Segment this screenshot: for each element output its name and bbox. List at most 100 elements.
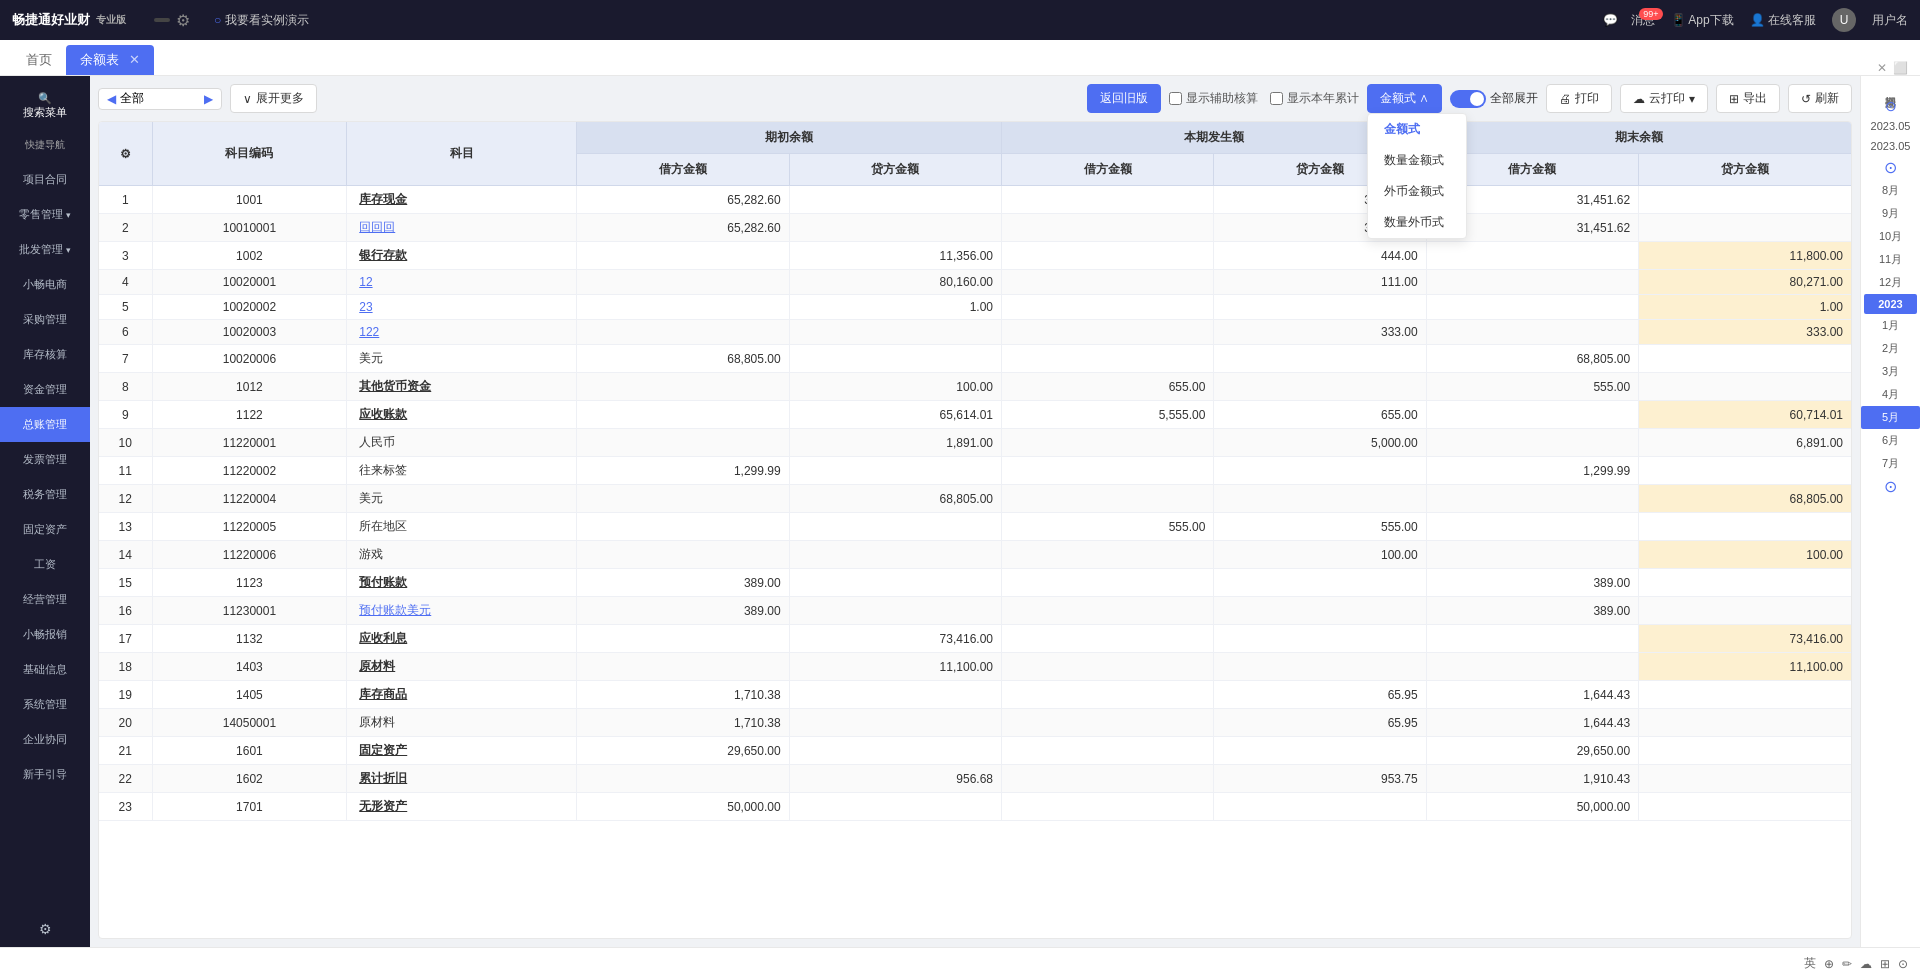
table-row-name[interactable]: 回回回 — [347, 214, 577, 242]
table-row-name[interactable]: 其他货币资金 — [347, 373, 577, 401]
table-row-name[interactable]: 累计折旧 — [347, 765, 577, 793]
settings-icon[interactable]: ⚙ — [176, 11, 190, 30]
sidebar-item-invoice[interactable]: 发票管理 — [0, 442, 90, 477]
table-row-name[interactable]: 122 — [347, 320, 577, 345]
notification-btn[interactable]: 💬 99+ 消息 — [1603, 12, 1655, 29]
tab-close-icon[interactable]: ✕ — [129, 52, 140, 67]
expand-all-toggle[interactable]: 全部展开 — [1450, 90, 1538, 108]
edit-icon[interactable]: ✏ — [1842, 957, 1852, 971]
window-controls[interactable] — [154, 18, 170, 22]
period-mar[interactable]: 3月 — [1861, 360, 1920, 383]
table-row-name[interactable]: 无形资产 — [347, 793, 577, 821]
search-input[interactable] — [120, 92, 200, 106]
period-2023-05b[interactable]: 2023.05 — [1861, 136, 1920, 156]
period-jul[interactable]: 7月 — [1861, 452, 1920, 475]
sidebar-item-ledger[interactable]: 总账管理 — [0, 407, 90, 442]
tab-balance[interactable]: 余额表 ✕ — [66, 45, 154, 75]
user-avatar[interactable]: U — [1832, 8, 1856, 32]
tab-home[interactable]: 首页 — [12, 45, 66, 75]
table-row-num: 10 — [99, 429, 152, 457]
table-row-name: 库存现金 — [347, 186, 577, 214]
sidebar-item-wholesale[interactable]: 批发管理 ▾ — [0, 232, 90, 267]
period-jun[interactable]: 6月 — [1861, 429, 1920, 452]
sidebar-item-purchase[interactable]: 采购管理 — [0, 302, 90, 337]
lang-btn[interactable]: 英 — [1804, 955, 1816, 972]
view-mode-btn[interactable]: 金额式 ∧ — [1367, 84, 1442, 113]
view-option-qty-foreign[interactable]: 数量外币式 — [1368, 207, 1466, 238]
demo-link[interactable]: ○ 我要看实例演示 — [214, 12, 309, 29]
period-2023-05a[interactable]: 2023.05 — [1861, 116, 1920, 136]
help-icon[interactable]: ⊙ — [1898, 957, 1908, 971]
show-year-total-checkbox[interactable]: 显示本年累计 — [1270, 90, 1359, 107]
sidebar-item-quicknav[interactable]: 快捷导航 — [0, 128, 90, 162]
view-mode-menu: 金额式 数量金额式 外币金额式 数量外币式 — [1367, 113, 1467, 239]
table-row-name[interactable]: 应收利息 — [347, 625, 577, 653]
table-row-name[interactable]: 23 — [347, 295, 577, 320]
sidebar-item-finance[interactable]: 资金管理 — [0, 372, 90, 407]
view-option-qty-amount[interactable]: 数量金额式 — [1368, 145, 1466, 176]
view-option-foreign-amount[interactable]: 外币金额式 — [1368, 176, 1466, 207]
sidebar-item-collab[interactable]: 企业协同 — [0, 722, 90, 757]
window-max-icon[interactable]: ⬜ — [1893, 61, 1908, 75]
sidebar-item-expense[interactable]: 小畅报销 — [0, 617, 90, 652]
sidebar-item-tax[interactable]: 税务管理 — [0, 477, 90, 512]
online-service-btn[interactable]: 👤 在线客服 — [1750, 12, 1816, 29]
sidebar-item-guide[interactable]: 新手引导 — [0, 757, 90, 792]
table-row-closing-credit — [1639, 569, 1851, 597]
table-row-opening-credit: 11,356.00 — [789, 242, 1001, 270]
sidebar-search[interactable]: 🔍搜索菜单 — [0, 84, 90, 128]
search-box[interactable]: ◀ ▶ — [98, 88, 222, 110]
view-mode-dropdown[interactable]: 金额式 ∧ 金额式 数量金额式 外币金额式 数量外币式 — [1367, 84, 1442, 113]
table-row-name[interactable]: 12 — [347, 270, 577, 295]
th-settings[interactable]: ⚙ — [99, 122, 152, 186]
period-up-icon[interactable]: ⊙ — [1861, 96, 1920, 116]
period-jan[interactable]: 1月 — [1861, 314, 1920, 337]
sidebar-item-basic[interactable]: 基础信息 — [0, 652, 90, 687]
search-forward-icon[interactable]: ▶ — [204, 92, 213, 106]
th-period-group: 本期发生额 — [1002, 122, 1427, 154]
period-dec[interactable]: 12月 — [1861, 271, 1920, 294]
table-row-name[interactable]: 预付账款美元 — [347, 597, 577, 625]
period-oct[interactable]: 10月 — [1861, 225, 1920, 248]
sidebar-item-retail[interactable]: 零售管理 ▾ — [0, 197, 90, 232]
period-up2-icon[interactable]: ⊙ — [1861, 156, 1920, 179]
view-option-amount[interactable]: 金额式 — [1368, 114, 1466, 145]
period-apr[interactable]: 4月 — [1861, 383, 1920, 406]
th-opening-credit: 贷方金额 — [789, 154, 1001, 186]
sidebar-item-salary[interactable]: 工资 — [0, 547, 90, 582]
export-btn[interactable]: ⊞ 导出 — [1716, 84, 1780, 113]
sidebar-item-system[interactable]: 系统管理 — [0, 687, 90, 722]
table-row-name[interactable]: 固定资产 — [347, 737, 577, 765]
print-btn[interactable]: 🖨 打印 — [1546, 84, 1612, 113]
show-auxiliary-checkbox[interactable]: 显示辅助核算 — [1169, 90, 1258, 107]
cloud-print-btn[interactable]: ☁ 云打印 ▾ — [1620, 84, 1708, 113]
table-row-name[interactable]: 原材料 — [347, 653, 577, 681]
table-row-period-credit — [1214, 793, 1426, 821]
toggle-switch[interactable] — [1450, 90, 1486, 108]
cloud-sync-icon[interactable]: ☁ — [1860, 957, 1872, 971]
sidebar-settings-icon[interactable]: ⚙ — [39, 911, 52, 947]
add-icon[interactable]: ⊕ — [1824, 957, 1834, 971]
cloud-print-arrow[interactable]: ▾ — [1689, 92, 1695, 106]
period-nov[interactable]: 11月 — [1861, 248, 1920, 271]
table-row-closing-debit — [1426, 541, 1638, 569]
grid-icon[interactable]: ⊞ — [1880, 957, 1890, 971]
app-download-btn[interactable]: 📱 App下载 — [1671, 12, 1734, 29]
table-row-opening-credit: 956.68 — [789, 765, 1001, 793]
period-aug[interactable]: 8月 — [1861, 179, 1920, 202]
return-old-btn[interactable]: 返回旧版 — [1087, 84, 1161, 113]
sidebar-item-assets[interactable]: 固定资产 — [0, 512, 90, 547]
window-min-icon[interactable]: ✕ — [1877, 61, 1887, 75]
back-icon[interactable]: ◀ — [107, 92, 116, 106]
period-sep[interactable]: 9月 — [1861, 202, 1920, 225]
th-code: 科目编码 — [152, 122, 347, 186]
sidebar-item-contract[interactable]: 项目合同 — [0, 162, 90, 197]
sidebar-item-ecommerce[interactable]: 小畅电商 — [0, 267, 90, 302]
sidebar-item-inventory[interactable]: 库存核算 — [0, 337, 90, 372]
period-down-icon[interactable]: ⊙ — [1861, 475, 1920, 498]
expand-more-btn[interactable]: ∨ 展开更多 — [230, 84, 317, 113]
sidebar-item-operations[interactable]: 经营管理 — [0, 582, 90, 617]
refresh-btn[interactable]: ↺ 刷新 — [1788, 84, 1852, 113]
period-feb[interactable]: 2月 — [1861, 337, 1920, 360]
period-may[interactable]: 5月 — [1861, 406, 1920, 429]
